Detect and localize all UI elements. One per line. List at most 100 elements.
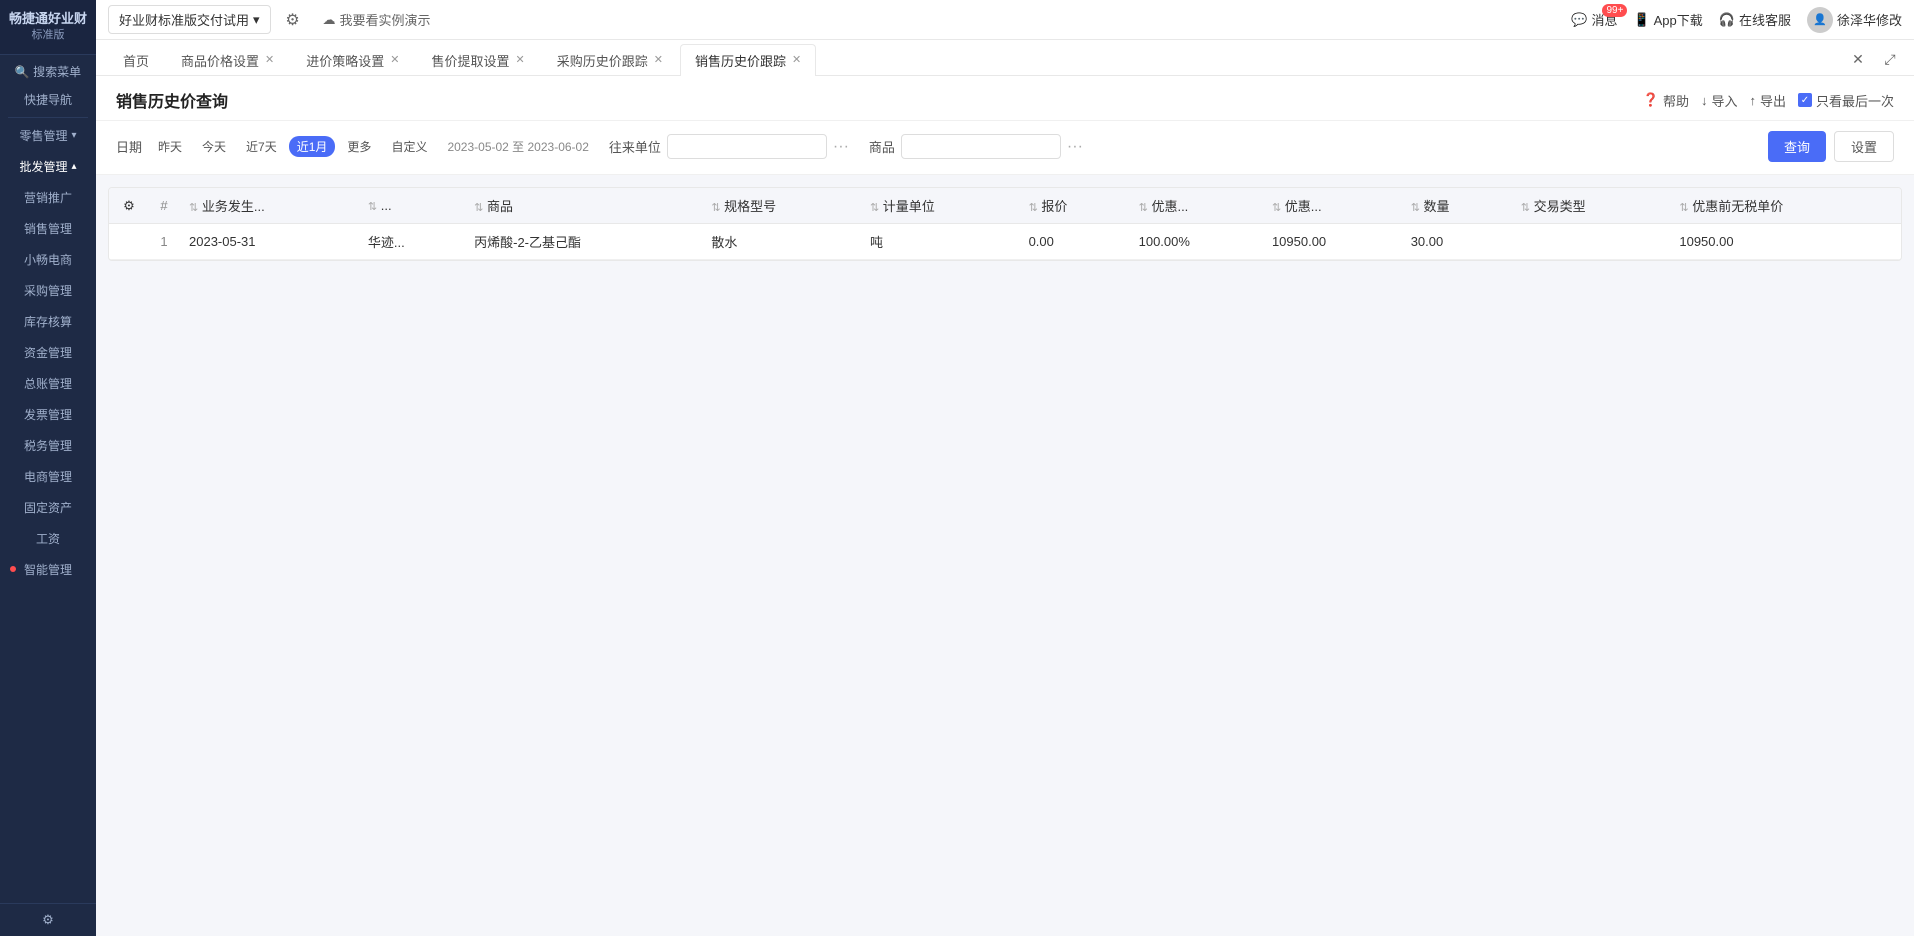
demo-link[interactable]: ☁ 我要看实例演示 [323, 10, 431, 29]
tab-close-price-extract[interactable]: ✕ [516, 55, 525, 66]
sort-icon: ⇅ [1029, 202, 1038, 214]
source-more-icon[interactable]: ··· [833, 138, 849, 156]
tab-price-strategy[interactable]: 进价策略设置 ✕ [291, 44, 414, 76]
source-filter-group: 往来单位 ··· [609, 134, 849, 159]
date-btn-custom[interactable]: 自定义 [383, 136, 435, 157]
tab-home[interactable]: 首页 [108, 44, 164, 76]
tab-purchase-history[interactable]: 采购历史价跟踪 ✕ [542, 44, 678, 76]
col-discount2[interactable]: ⇅ 优惠... [1262, 188, 1401, 224]
row-num: 1 [149, 224, 179, 260]
sidebar-item-invoice-label: 发票管理 [24, 408, 72, 422]
selector-settings-button[interactable]: ⚙ [279, 6, 307, 34]
col-product[interactable]: ⇅ 商品 [464, 188, 701, 224]
col-extra[interactable]: ⇅ ... [358, 188, 464, 224]
sidebar-item-invoice[interactable]: 发票管理 [0, 399, 96, 430]
sidebar-item-smart[interactable]: 智能管理 [0, 554, 96, 585]
settings-button[interactable]: 设置 [1834, 131, 1894, 162]
selector-label: 好业财标准版交付试用 [119, 10, 249, 29]
sidebar-item-ecom-small-label: 小畅电商 [24, 253, 72, 267]
tab-price-settings[interactable]: 商品价格设置 ✕ [166, 44, 289, 76]
only-last-checkbox[interactable]: ✓ 只看最后一次 [1798, 91, 1894, 110]
tab-sales-history[interactable]: 销售历史价跟踪 ✕ [680, 44, 816, 76]
sidebar-gear-button[interactable]: ⚙ [0, 903, 96, 936]
message-icon: 💬 [1571, 12, 1587, 28]
product-filter-group: 商品 ··· [869, 134, 1083, 159]
tab-close-price-settings[interactable]: ✕ [265, 55, 274, 66]
sidebar-item-purchase[interactable]: 采购管理 [0, 275, 96, 306]
page-header: 销售历史价查询 ❓ 帮助 ↓ 导入 ↑ 导出 ✓ 只看最后一次 [96, 76, 1914, 121]
sidebar-item-smart-label: 智能管理 [24, 563, 72, 577]
product-selector[interactable]: 好业财标准版交付试用 ▾ [108, 5, 271, 34]
table-row[interactable]: 1 2023-05-31 华迹... 丙烯酸-2-乙基己酯 散水 吨 0.00 … [109, 224, 1901, 260]
col-price[interactable]: ⇅ 报价 [1019, 188, 1129, 224]
tab-close-purchase-history[interactable]: ✕ [654, 55, 663, 66]
user-menu[interactable]: 👤 徐泽华修改 [1807, 7, 1902, 33]
date-btn-last1m[interactable]: 近1月 [289, 136, 336, 157]
tab-close-button[interactable]: ✕ [1846, 47, 1870, 71]
date-btn-today[interactable]: 今天 [194, 136, 234, 157]
sidebar-item-ecom-small[interactable]: 小畅电商 [0, 244, 96, 275]
sidebar-item-finance-label: 资金管理 [24, 346, 72, 360]
app-download-button[interactable]: 📱 App下载 [1633, 10, 1702, 29]
table-container: ⚙ # ⇅ 业务发生... ⇅ ... ⇅ 商品 [108, 187, 1902, 261]
chevron-up-icon: ▴ [71, 161, 76, 172]
date-btn-last7[interactable]: 近7天 [238, 136, 285, 157]
date-btn-more[interactable]: 更多 [339, 136, 379, 157]
query-button[interactable]: 查询 [1768, 131, 1826, 162]
import-button[interactable]: ↓ 导入 [1701, 91, 1738, 110]
col-biz-date[interactable]: ⇅ 业务发生... [179, 188, 358, 224]
sidebar-item-ledger[interactable]: 总账管理 [0, 368, 96, 399]
sort-icon: ⇅ [1272, 202, 1281, 214]
sidebar-item-tax-label: 税务管理 [24, 439, 72, 453]
help-button[interactable]: ❓ 帮助 [1643, 91, 1689, 110]
sidebar-search[interactable]: 🔍 搜索菜单 [0, 55, 96, 84]
col-pre-tax[interactable]: ⇅ 优惠前无税单价 [1669, 188, 1901, 224]
sidebar-item-assets[interactable]: 固定资产 [0, 492, 96, 523]
sidebar-item-wholesale-label: 批发管理 [19, 158, 67, 175]
sidebar-item-payroll[interactable]: 工资 [0, 523, 96, 554]
date-btn-yesterday[interactable]: 昨天 [150, 136, 190, 157]
sidebar-item-retail[interactable]: 零售管理 ▾ [0, 120, 96, 151]
tab-expand-button[interactable]: ⤢ [1878, 47, 1902, 71]
sort-icon: ⇅ [1679, 202, 1688, 214]
sidebar-quick-nav[interactable]: 快捷导航 [0, 84, 96, 115]
messages-badge: 99+ [1602, 4, 1627, 17]
col-discount1[interactable]: ⇅ 优惠... [1129, 188, 1262, 224]
sidebar-item-tax[interactable]: 税务管理 [0, 430, 96, 461]
col-unit[interactable]: ⇅ 计量单位 [860, 188, 1019, 224]
table-header-row: ⚙ # ⇅ 业务发生... ⇅ ... ⇅ 商品 [109, 188, 1901, 224]
search-icon: 🔍 [15, 65, 30, 79]
tab-close-sales-history[interactable]: ✕ [792, 55, 801, 66]
source-input[interactable] [667, 134, 827, 159]
sidebar-item-ecom[interactable]: 电商管理 [0, 461, 96, 492]
sidebar-item-sales-mgmt[interactable]: 销售管理 [0, 213, 96, 244]
tab-close-price-strategy[interactable]: ✕ [390, 55, 399, 66]
product-more-icon[interactable]: ··· [1067, 138, 1083, 156]
messages-button[interactable]: 💬 消息 99+ [1571, 10, 1617, 29]
product-input[interactable] [901, 134, 1061, 159]
tab-price-extract[interactable]: 售价提取设置 ✕ [416, 44, 539, 76]
date-buttons: 昨天 今天 近7天 近1月 更多 自定义 [150, 136, 435, 157]
col-qty[interactable]: ⇅ 数量 [1401, 188, 1511, 224]
row-product: 丙烯酸-2-乙基己酯 [464, 224, 701, 260]
row-pre-tax: 10950.00 [1669, 224, 1901, 260]
col-tx-type[interactable]: ⇅ 交易类型 [1511, 188, 1670, 224]
export-button[interactable]: ↑ 导出 [1749, 91, 1786, 110]
sort-icon: ⇅ [1411, 202, 1420, 214]
date-label: 日期 [116, 137, 142, 156]
sidebar-item-inventory[interactable]: 库存核算 [0, 306, 96, 337]
online-service-button[interactable]: 🎧 在线客服 [1719, 10, 1791, 29]
col-num: # [149, 188, 179, 224]
sidebar-item-wholesale[interactable]: 批发管理 ▴ [0, 151, 96, 182]
sidebar-item-marketing[interactable]: 营销推广 [0, 182, 96, 213]
col-settings[interactable]: ⚙ [109, 188, 149, 224]
page-title: 销售历史价查询 [116, 88, 228, 112]
content-area: 销售历史价查询 ❓ 帮助 ↓ 导入 ↑ 导出 ✓ 只看最后一次 [96, 76, 1914, 936]
row-discount1: 100.00% [1129, 224, 1262, 260]
sidebar-item-finance[interactable]: 资金管理 [0, 337, 96, 368]
sort-icon: ⇅ [368, 201, 377, 213]
sidebar: 畅捷通好业财 标准版 🔍 搜索菜单 快捷导航 零售管理 ▾ 批发管理 ▴ 营销推… [0, 0, 96, 936]
data-table: ⚙ # ⇅ 业务发生... ⇅ ... ⇅ 商品 [109, 188, 1901, 260]
page-header-actions: ❓ 帮助 ↓ 导入 ↑ 导出 ✓ 只看最后一次 [1643, 91, 1894, 110]
col-spec[interactable]: ⇅ 规格型号 [701, 188, 860, 224]
